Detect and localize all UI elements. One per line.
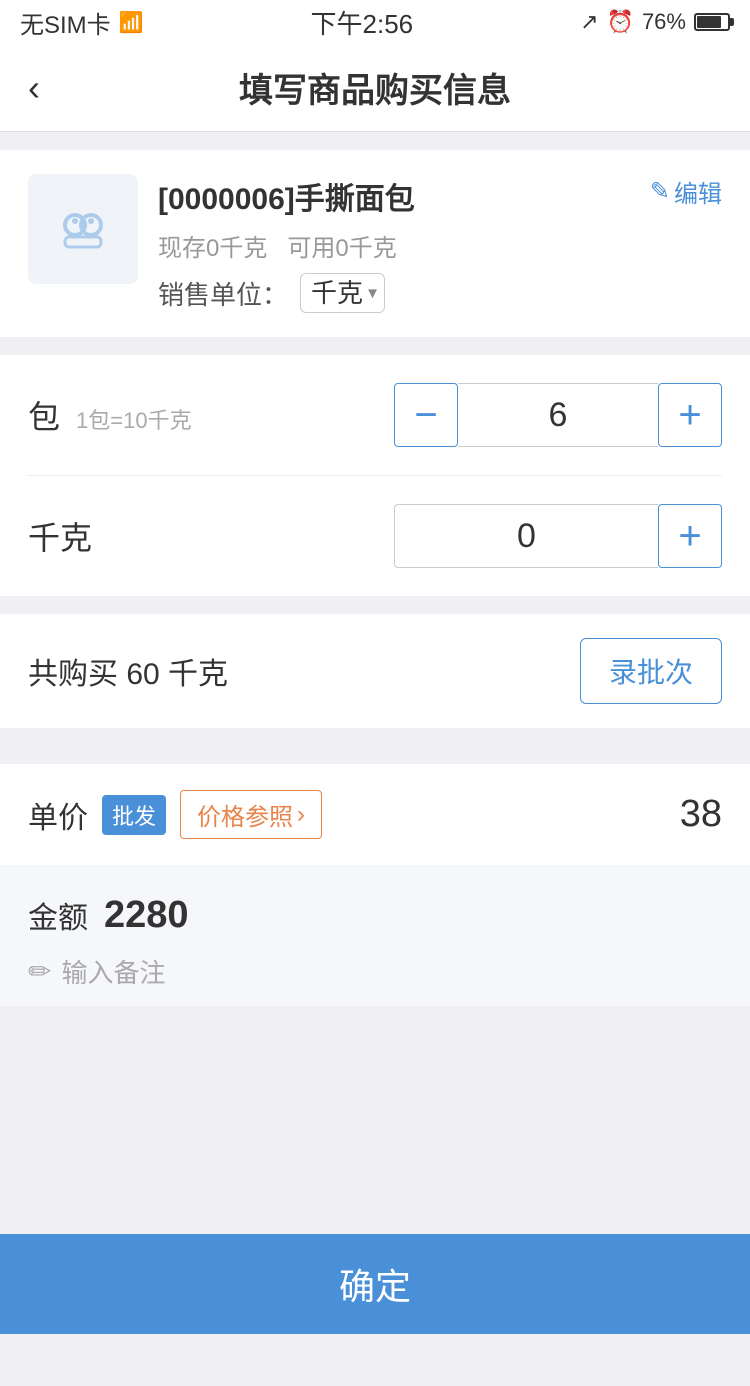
kilogram-increment-button[interactable]: +	[658, 504, 722, 568]
status-bar: 无SIM卡 📶 下午2:56 ↗ ⏰ 76%	[0, 0, 750, 44]
summary-section: 共购买 60 千克 录批次	[0, 614, 750, 728]
batch-record-button[interactable]: 录批次	[580, 638, 722, 704]
amount-row: 金额 2280	[28, 893, 722, 937]
product-card: [0000006]手撕面包 现存0千克 可用0千克 销售单位： 千克 ✎ 编辑	[0, 150, 750, 337]
price-ref-button[interactable]: 价格参照 ›	[180, 790, 322, 839]
amount-section: 金额 2280 ✏ 输入备注	[0, 865, 750, 1006]
confirm-button-label: 确定	[339, 1258, 411, 1310]
product-name: [0000006]手撕面包	[158, 174, 722, 218]
package-row: 包 1包=10千克 − +	[28, 355, 722, 476]
kilogram-input[interactable]	[394, 504, 658, 568]
divider-mid	[0, 337, 750, 355]
unit-select-wrap[interactable]: 千克	[300, 273, 385, 313]
status-left: 无SIM卡 📶	[20, 5, 144, 40]
summary-text: 共购买 60 千克	[28, 649, 228, 693]
price-section: 单价 批发 价格参照 › 38	[0, 764, 750, 865]
note-icon: ✏	[28, 955, 51, 988]
product-logo-icon	[53, 199, 113, 259]
kilogram-row: 千克 +	[28, 476, 722, 596]
edit-button[interactable]: ✎ 编辑	[650, 174, 722, 209]
product-thumbnail	[28, 174, 138, 284]
price-ref-arrow: ›	[297, 801, 305, 829]
price-label: 单价	[28, 793, 88, 837]
input-section: 包 1包=10千克 − + 千克 +	[0, 355, 750, 596]
location-icon: ↗	[580, 9, 598, 35]
kilogram-label: 千克	[28, 513, 92, 559]
carrier-label: 无SIM卡	[20, 5, 111, 40]
amount-value: 2280	[104, 894, 189, 937]
note-row[interactable]: ✏ 输入备注	[28, 953, 722, 990]
battery-label: 76%	[642, 9, 686, 35]
edit-icon: ✎	[650, 177, 670, 206]
status-right: ↗ ⏰ 76%	[580, 9, 730, 35]
battery-icon	[694, 13, 730, 31]
package-controls: − +	[394, 383, 722, 447]
kilogram-controls: +	[394, 504, 722, 568]
confirm-button[interactable]: 确定	[0, 1234, 750, 1334]
note-placeholder: 输入备注	[61, 953, 165, 990]
package-input[interactable]	[458, 383, 658, 447]
product-stock: 现存0千克 可用0千克	[158, 228, 722, 263]
package-increment-button[interactable]: +	[658, 383, 722, 447]
page-title: 填写商品购买信息	[239, 63, 511, 112]
price-value: 38	[680, 793, 722, 836]
amount-label: 金额	[28, 893, 88, 937]
divider-price-top	[0, 728, 750, 746]
back-button[interactable]: ‹	[28, 67, 40, 109]
product-unit-row: 销售单位： 千克	[158, 273, 722, 313]
nav-bar: ‹ 填写商品购买信息	[0, 44, 750, 132]
price-tag: 批发	[102, 795, 166, 835]
product-info: [0000006]手撕面包 现存0千克 可用0千克 销售单位： 千克	[158, 174, 722, 313]
package-decrement-button[interactable]: −	[394, 383, 458, 447]
price-label-group: 单价 批发 价格参照 ›	[28, 790, 322, 839]
alarm-icon: ⏰	[607, 9, 634, 35]
status-time: 下午2:56	[311, 4, 414, 41]
package-label: 包 1包=10千克	[28, 392, 192, 438]
wifi-icon: 📶	[119, 10, 144, 35]
package-sub: 1包=10千克	[76, 403, 192, 435]
unit-select[interactable]: 千克	[300, 273, 385, 313]
divider-top	[0, 132, 750, 150]
divider-summary-top	[0, 596, 750, 614]
